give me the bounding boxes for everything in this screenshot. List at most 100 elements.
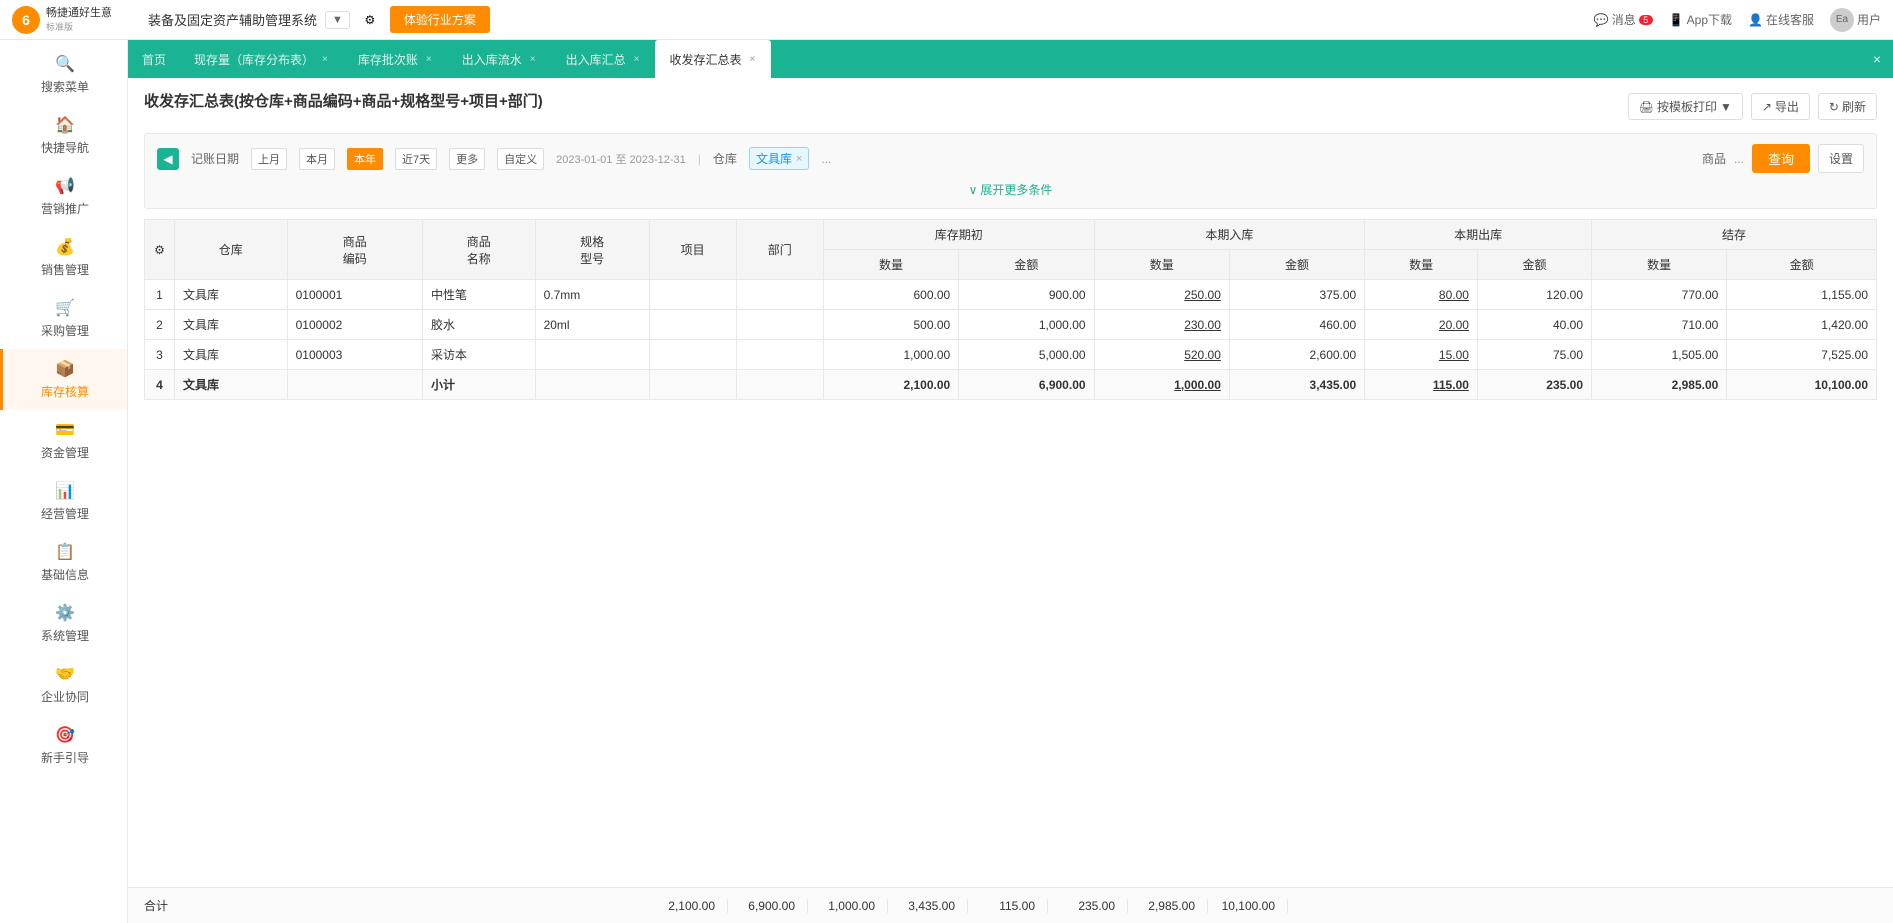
sidebar-item-enterprise[interactable]: 🤝 企业协同 <box>0 654 127 715</box>
table-cell: 375.00 <box>1229 280 1364 310</box>
date-btn-last-month[interactable]: 上月 <box>251 148 287 170</box>
user-item[interactable]: Ea 用户 <box>1830 8 1881 32</box>
th-bal-amt: 金额 <box>1727 250 1877 280</box>
print-button[interactable]: 🖨 按模板打印 ▼ <box>1628 93 1743 120</box>
date-label: 记账日期 <box>191 150 239 167</box>
enterprise-icon: 🤝 <box>55 664 75 684</box>
table-cell: 胶水 <box>422 310 535 340</box>
tab-stock-summary[interactable]: 收发存汇总表 × <box>655 40 771 78</box>
sidebar-item-finance[interactable]: 💳 资金管理 <box>0 410 127 471</box>
sidebar-item-purchase[interactable]: 🛒 采购管理 <box>0 288 127 349</box>
date-btn-this-year[interactable]: 本年 <box>347 148 383 170</box>
warehouse-label: 仓库 <box>713 150 737 167</box>
table-cell <box>736 340 823 370</box>
message-item[interactable]: 💬 消息 5 <box>1594 11 1653 28</box>
table-cell <box>649 370 736 400</box>
sidebar-item-search[interactable]: 🔍 搜索菜单 <box>0 44 127 105</box>
logo-icon: 6 <box>12 6 40 34</box>
tab-close-inout-summary[interactable]: × <box>632 53 642 66</box>
expand-more-button[interactable]: ∨ 展开更多条件 <box>969 181 1053 198</box>
table-cell[interactable]: 115.00 <box>1365 370 1478 400</box>
table-cell[interactable]: 80.00 <box>1365 280 1478 310</box>
table-cell: 460.00 <box>1229 310 1364 340</box>
system-dropdown[interactable]: ▼ <box>325 11 350 29</box>
table-cell: 6,900.00 <box>959 370 1094 400</box>
table-cell[interactable]: 520.00 <box>1094 340 1229 370</box>
table-cell: 10,100.00 <box>1727 370 1877 400</box>
table-cell[interactable]: 250.00 <box>1094 280 1229 310</box>
tab-close-batch[interactable]: × <box>424 53 434 66</box>
tab-stock-distribution[interactable]: 现存量（库存分布表） × <box>180 40 344 78</box>
phone-icon: 📱 <box>1669 13 1684 27</box>
service-icon: 👤 <box>1748 13 1763 27</box>
top-header: 6 畅捷通好生意 标准版 装备及固定资产辅助管理系统 ▼ ⚙ 体验行业方案 💬 … <box>0 0 1893 40</box>
date-btn-more[interactable]: 更多 <box>449 148 485 170</box>
sidebar-item-marketing[interactable]: 📢 营销推广 <box>0 166 127 227</box>
sidebar-item-sales[interactable]: 💰 销售管理 <box>0 227 127 288</box>
th-bal-qty: 数量 <box>1592 250 1727 280</box>
table-cell: 235.00 <box>1477 370 1591 400</box>
table-cell <box>649 340 736 370</box>
th-settings: ⚙ <box>145 220 175 280</box>
sidebar-item-basic-info[interactable]: 📋 基础信息 <box>0 532 127 593</box>
table-cell: 710.00 <box>1592 310 1727 340</box>
table-cell[interactable]: 20.00 <box>1365 310 1478 340</box>
header-middle: 装备及固定资产辅助管理系统 ▼ ⚙ 体验行业方案 <box>148 6 1586 33</box>
page-title: 收发存汇总表(按仓库+商品编码+商品+规格型号+项目+部门) <box>144 90 543 111</box>
table-row: 1文具库0100001中性笔0.7mm600.00900.00250.00375… <box>145 280 1877 310</box>
app-sub: 标准版 <box>46 20 112 33</box>
trial-button[interactable]: 体验行业方案 <box>390 6 490 33</box>
date-btn-custom[interactable]: 自定义 <box>497 148 544 170</box>
export-button[interactable]: ↗ 导出 <box>1751 93 1810 120</box>
table-cell: 0100001 <box>287 280 422 310</box>
footer-open-amt: 6,900.00 <box>728 899 808 913</box>
tab-close-inout-flow[interactable]: × <box>528 53 538 66</box>
table-cell <box>649 310 736 340</box>
warehouse-tag-close[interactable]: × <box>796 153 802 165</box>
sidebar-item-business[interactable]: 📊 经营管理 <box>0 471 127 532</box>
date-btn-7days[interactable]: 近7天 <box>395 148 437 170</box>
table-cell <box>535 340 649 370</box>
sidebar-item-quicknav[interactable]: 🏠 快捷导航 <box>0 105 127 166</box>
query-button[interactable]: 查询 <box>1752 144 1810 173</box>
marketing-icon: 📢 <box>55 176 75 196</box>
online-service-item[interactable]: 👤 在线客服 <box>1748 11 1814 28</box>
table-cell <box>649 280 736 310</box>
table-cell[interactable]: 1,000.00 <box>1094 370 1229 400</box>
table-cell: 文具库 <box>175 370 288 400</box>
table-cell[interactable]: 15.00 <box>1365 340 1478 370</box>
tab-close-stock-distribution[interactable]: × <box>320 53 330 66</box>
goods-more[interactable]: ... <box>1734 152 1744 166</box>
page-content: 收发存汇总表(按仓库+商品编码+商品+规格型号+项目+部门) 🖨 按模板打印 ▼… <box>128 78 1893 887</box>
th-out-amt: 金额 <box>1477 250 1591 280</box>
refresh-button[interactable]: ↻ 刷新 <box>1818 93 1877 120</box>
date-btn-this-month[interactable]: 本月 <box>299 148 335 170</box>
finance-icon: 💳 <box>55 420 75 440</box>
table-cell: 120.00 <box>1477 280 1591 310</box>
tab-inout-summary[interactable]: 出入库汇总 × <box>552 40 656 78</box>
settings-button[interactable]: 设置 <box>1818 144 1864 173</box>
table-cell <box>736 310 823 340</box>
logo-area: 6 畅捷通好生意 标准版 <box>12 6 140 34</box>
settings-icon[interactable]: ⚙ <box>358 8 382 32</box>
sidebar-item-newbie[interactable]: 🎯 新手引导 <box>0 715 127 776</box>
user-label: 用户 <box>1857 11 1881 28</box>
tab-home[interactable]: 首页 <box>128 40 180 78</box>
date-range: 2023-01-01 至 2023-12-31 <box>556 151 686 167</box>
table-cell[interactable]: 230.00 <box>1094 310 1229 340</box>
filter-expand-button[interactable]: ◀ <box>157 148 179 170</box>
tab-bar-close[interactable]: × <box>1873 51 1881 67</box>
warehouse-more[interactable]: ... <box>821 152 831 166</box>
main-layout: 🔍 搜索菜单 🏠 快捷导航 📢 营销推广 💰 销售管理 🛒 采购管理 📦 库存核… <box>0 40 1893 923</box>
app-download-item[interactable]: 📱 App下载 <box>1669 11 1732 28</box>
sidebar-item-system[interactable]: ⚙️ 系统管理 <box>0 593 127 654</box>
tab-inout-flow[interactable]: 出入库流水 × <box>448 40 552 78</box>
th-project: 项目 <box>649 220 736 280</box>
th-dept: 部门 <box>736 220 823 280</box>
tab-bar: 首页 现存量（库存分布表） × 库存批次账 × 出入库流水 × 出入库汇总 × … <box>128 40 1893 78</box>
footer-values: 2,100.00 6,900.00 1,000.00 3,435.00 115.… <box>188 899 1288 913</box>
table-cell: 40.00 <box>1477 310 1591 340</box>
tab-close-stock-summary[interactable]: × <box>747 53 757 66</box>
tab-batch-account[interactable]: 库存批次账 × <box>344 40 448 78</box>
sidebar-item-inventory[interactable]: 📦 库存核算 <box>0 349 127 410</box>
